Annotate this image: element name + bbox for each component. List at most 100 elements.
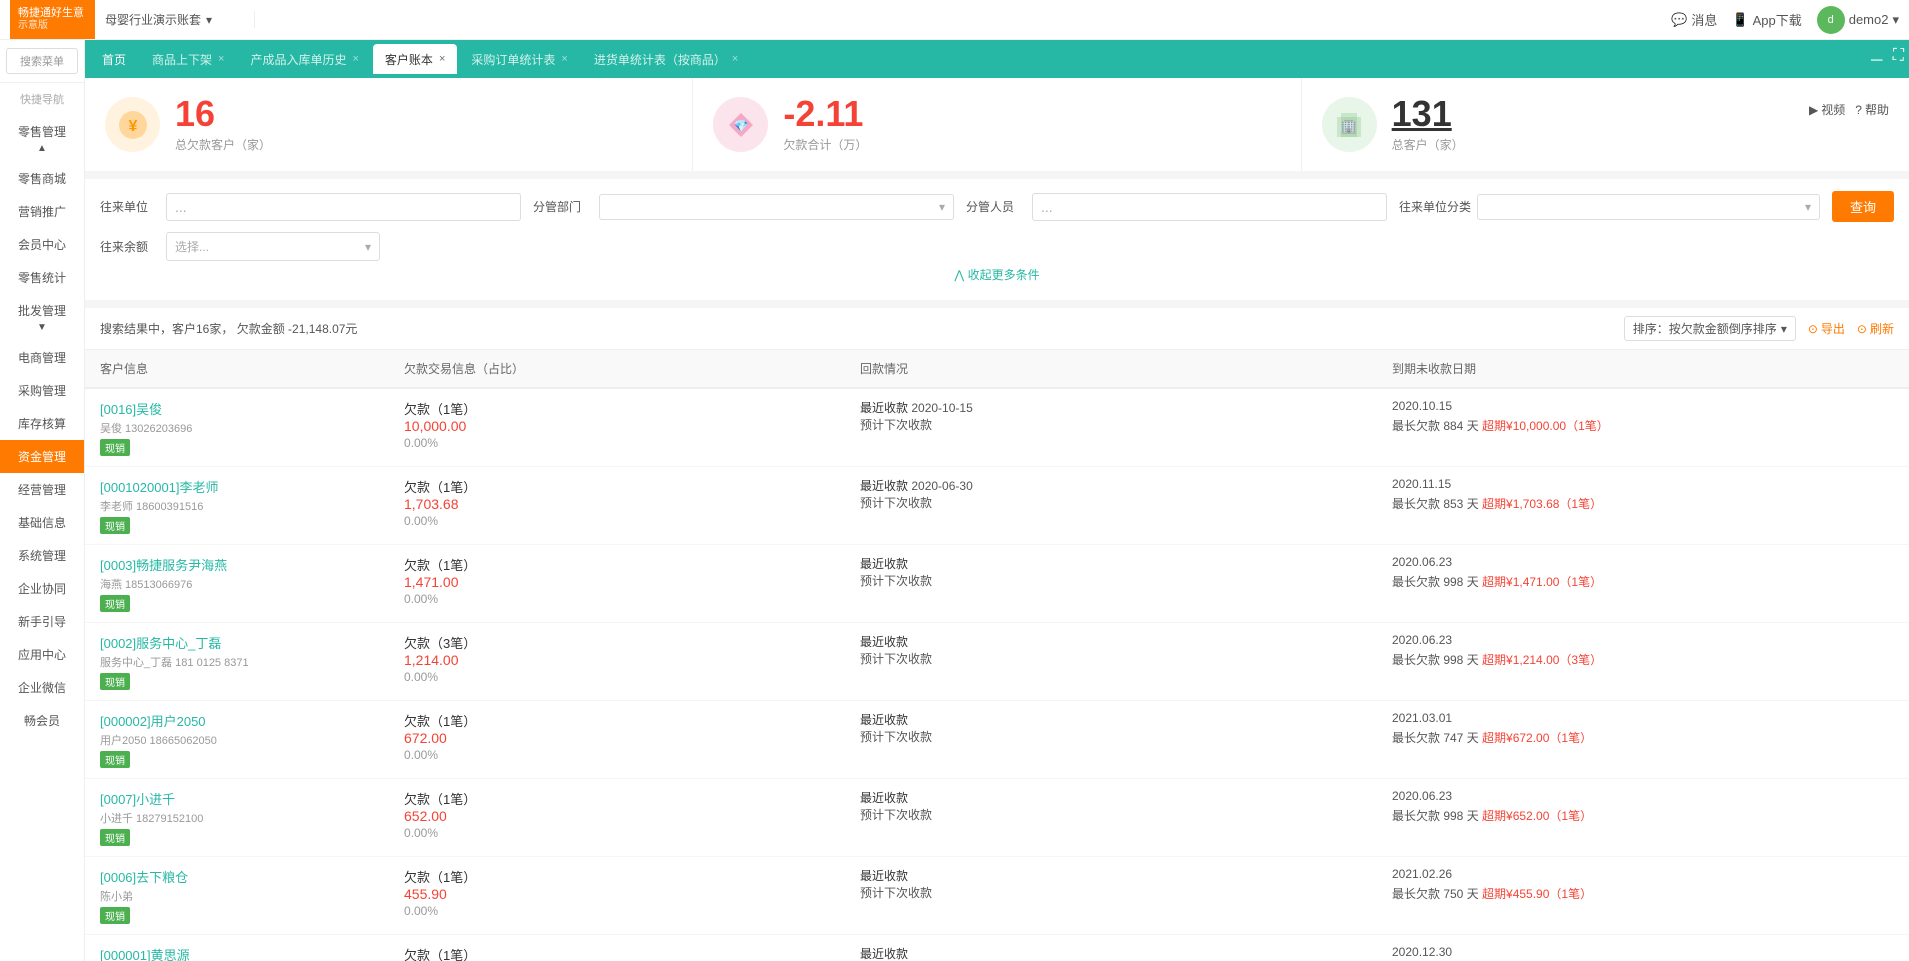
table-body: [0016]吴俊 吴俊 13026203696 现销 欠款（1笔） 10,000… bbox=[85, 388, 1909, 961]
customer-info-cell: [0006]去下粮仓 陈小弟 现销 bbox=[85, 857, 389, 935]
search-button[interactable]: 查询 bbox=[1832, 191, 1894, 222]
debt-amount[interactable]: 672.00 bbox=[404, 730, 830, 746]
customer-name-link[interactable]: [0006]去下粮仓 bbox=[100, 870, 188, 885]
tab-close-icon[interactable]: × bbox=[352, 53, 358, 65]
tab-close-icon[interactable]: × bbox=[439, 53, 445, 65]
overdue-amount[interactable]: 超期¥652.00（1笔） bbox=[1482, 809, 1592, 823]
balance-select[interactable]: 选择... ▾ bbox=[166, 232, 380, 261]
customer-name-link[interactable]: [0007]小进千 bbox=[100, 792, 175, 807]
due-date: 2020.06.23 bbox=[1392, 789, 1894, 803]
sidebar-item-enterprise-coop[interactable]: 企业协同 bbox=[0, 572, 84, 605]
tab-customer-account[interactable]: 客户账本 × bbox=[373, 44, 457, 74]
next-collection: 预计下次收款 bbox=[860, 494, 1362, 511]
debt-amount[interactable]: 1,471.00 bbox=[404, 574, 830, 590]
due-date-cell: 2020.12.30 最长欠款 808 天 超期¥429.00（1笔） bbox=[1377, 935, 1909, 961]
overdue-customers-num: 16 bbox=[175, 96, 271, 132]
app-download-button[interactable]: 📱 App下载 bbox=[1732, 10, 1801, 29]
sidebar-item-finance[interactable]: 资金管理 bbox=[0, 440, 84, 473]
sidebar-item-new-guide[interactable]: 新手引导 bbox=[0, 605, 84, 638]
customer-tag: 现销 bbox=[100, 907, 130, 924]
return-row: 最近收款 bbox=[860, 867, 1362, 884]
sidebar-item-member-vip[interactable]: 畅会员 bbox=[0, 704, 84, 737]
building-icon: 🏢 bbox=[1333, 109, 1365, 141]
debt-count: 欠款（1笔） bbox=[404, 789, 830, 808]
overdue-amount[interactable]: 超期¥455.90（1笔） bbox=[1482, 887, 1592, 901]
sidebar-item-members[interactable]: 会员中心 bbox=[0, 228, 84, 261]
export-button[interactable]: ⊙ 导出 bbox=[1808, 320, 1845, 337]
customer-name-link[interactable]: [000002]用户2050 bbox=[100, 714, 206, 729]
due-date-cell: 2021.03.01 最长欠款 747 天 超期¥672.00（1笔） bbox=[1377, 701, 1909, 779]
due-date: 2020.10.15 bbox=[1392, 399, 1894, 413]
overdue-amount[interactable]: 超期¥1,214.00（3笔） bbox=[1482, 653, 1602, 667]
refresh-button[interactable]: ⊙ 刷新 bbox=[1857, 320, 1894, 337]
search-menu-button[interactable]: 搜索菜单 bbox=[6, 48, 78, 74]
overdue-amount[interactable]: 超期¥1,471.00（1笔） bbox=[1482, 575, 1602, 589]
tab-home[interactable]: 首页 bbox=[90, 44, 138, 74]
logo-area: 畅捷通好生意 示意版 bbox=[10, 0, 95, 39]
overdue-amount[interactable]: 超期¥10,000.00（1笔） bbox=[1482, 419, 1609, 433]
debt-amount[interactable]: 1,214.00 bbox=[404, 652, 830, 668]
user-menu[interactable]: d demo2 ▾ bbox=[1817, 6, 1899, 34]
debt-amount[interactable]: 10,000.00 bbox=[404, 418, 830, 434]
filter-customer-unit: 往来单位 ... bbox=[100, 193, 521, 221]
customer-name-link[interactable]: [0003]畅捷服务尹海燕 bbox=[100, 558, 227, 573]
return-info-cell: 最近收款 预计下次收款 bbox=[845, 857, 1377, 935]
message-button[interactable]: 💬 消息 bbox=[1671, 10, 1717, 29]
sidebar-item-batch-mgmt[interactable]: 批发管理 ▼ bbox=[0, 294, 84, 341]
th-due: 到期未收款日期 bbox=[1377, 350, 1909, 388]
sidebar-item-enterprise-wx[interactable]: 企业微信 bbox=[0, 671, 84, 704]
help-icon: ? bbox=[1855, 103, 1862, 117]
tab-close-icon[interactable]: × bbox=[732, 53, 738, 65]
customer-name-link[interactable]: [0002]服务中心_丁磊 bbox=[100, 636, 221, 651]
collapse-button[interactable]: ⋀ 收起更多条件 bbox=[100, 261, 1894, 288]
debt-amount[interactable]: 652.00 bbox=[404, 808, 830, 824]
return-info-cell: 最近收款 2020-10-15 预计下次收款 bbox=[845, 388, 1377, 467]
sidebar-item-ecommerce[interactable]: 电商管理 bbox=[0, 341, 84, 374]
customer-phone: 用户2050 18665062050 bbox=[100, 732, 374, 748]
debt-count: 欠款（1笔） bbox=[404, 945, 830, 961]
company-select[interactable]: 母婴行业演示账套 ▾ bbox=[95, 11, 255, 28]
sidebar-item-retail-stats[interactable]: 零售统计 bbox=[0, 261, 84, 294]
sidebar-item-retail-mall[interactable]: 零售商城 bbox=[0, 162, 84, 195]
department-select[interactable]: ▾ bbox=[599, 194, 954, 220]
tab-products-history[interactable]: 产成品入库单历史 × bbox=[238, 44, 370, 74]
sidebar-item-system[interactable]: 系统管理 bbox=[0, 539, 84, 572]
expand-icon: ▼ bbox=[37, 322, 47, 333]
sidebar-item-purchase[interactable]: 采购管理 bbox=[0, 374, 84, 407]
customer-name-link[interactable]: [0016]吴俊 bbox=[100, 402, 162, 417]
sidebar-search-area: 搜索菜单 bbox=[0, 40, 84, 83]
debt-amount[interactable]: 1,703.68 bbox=[404, 496, 830, 512]
due-date: 2020.11.15 bbox=[1392, 477, 1894, 491]
sidebar-item-marketing[interactable]: 营销推广 bbox=[0, 195, 84, 228]
customer-name-link[interactable]: [000001]黄思源 bbox=[100, 948, 190, 961]
minimize-icon[interactable]: － bbox=[1869, 47, 1885, 71]
customer-category-select[interactable]: ▾ bbox=[1477, 194, 1820, 220]
tab-purchase-stats[interactable]: 进货单统计表（按商品） × bbox=[582, 44, 750, 74]
tab-purchase-order[interactable]: 采购订单统计表 × bbox=[459, 44, 579, 74]
manager-input[interactable]: ... bbox=[1032, 193, 1387, 221]
tab-close-icon[interactable]: × bbox=[218, 53, 224, 65]
sidebar-item-business[interactable]: 经营管理 bbox=[0, 473, 84, 506]
th-debt: 欠款交易信息（占比） bbox=[389, 350, 845, 388]
sidebar-item-retail-mgmt[interactable]: 零售管理 ▲ bbox=[0, 115, 84, 162]
overdue-customers-label: 总欠款客户（家） bbox=[175, 136, 271, 153]
filter-department: 分管部门 ▾ bbox=[533, 194, 954, 220]
sidebar-item-basic-info[interactable]: 基础信息 bbox=[0, 506, 84, 539]
customer-name-link[interactable]: [0001020001]李老师 bbox=[100, 480, 219, 495]
table-row: [0006]去下粮仓 陈小弟 现销 欠款（1笔） 455.90 0.00% 最近… bbox=[85, 857, 1909, 935]
tab-products-off[interactable]: 商品上下架 × bbox=[140, 44, 236, 74]
total-customers-num: 131 bbox=[1392, 96, 1464, 132]
sidebar-item-inventory[interactable]: 库存核算 bbox=[0, 407, 84, 440]
customer-unit-input[interactable]: ... bbox=[166, 193, 521, 221]
overdue-amount[interactable]: 超期¥1,703.68（1笔） bbox=[1482, 497, 1602, 511]
sort-select[interactable]: 排序：按欠款金额倒序排序 ▾ bbox=[1624, 316, 1796, 341]
stat-card-overdue-amount: 💎 -2.11 欠款合计（万） bbox=[693, 78, 1301, 171]
debt-amount[interactable]: 455.90 bbox=[404, 886, 830, 902]
maximize-icon[interactable]: ⛶ bbox=[1893, 47, 1904, 71]
customer-info-cell: [0007]小进千 小进千 18279152100 现销 bbox=[85, 779, 389, 857]
help-button[interactable]: ? 帮助 bbox=[1855, 101, 1889, 118]
overdue-amount[interactable]: 超期¥672.00（1笔） bbox=[1482, 731, 1592, 745]
sidebar-item-app-center[interactable]: 应用中心 bbox=[0, 638, 84, 671]
video-button[interactable]: ▶ 视频 bbox=[1809, 101, 1845, 118]
tab-close-icon[interactable]: × bbox=[561, 53, 567, 65]
